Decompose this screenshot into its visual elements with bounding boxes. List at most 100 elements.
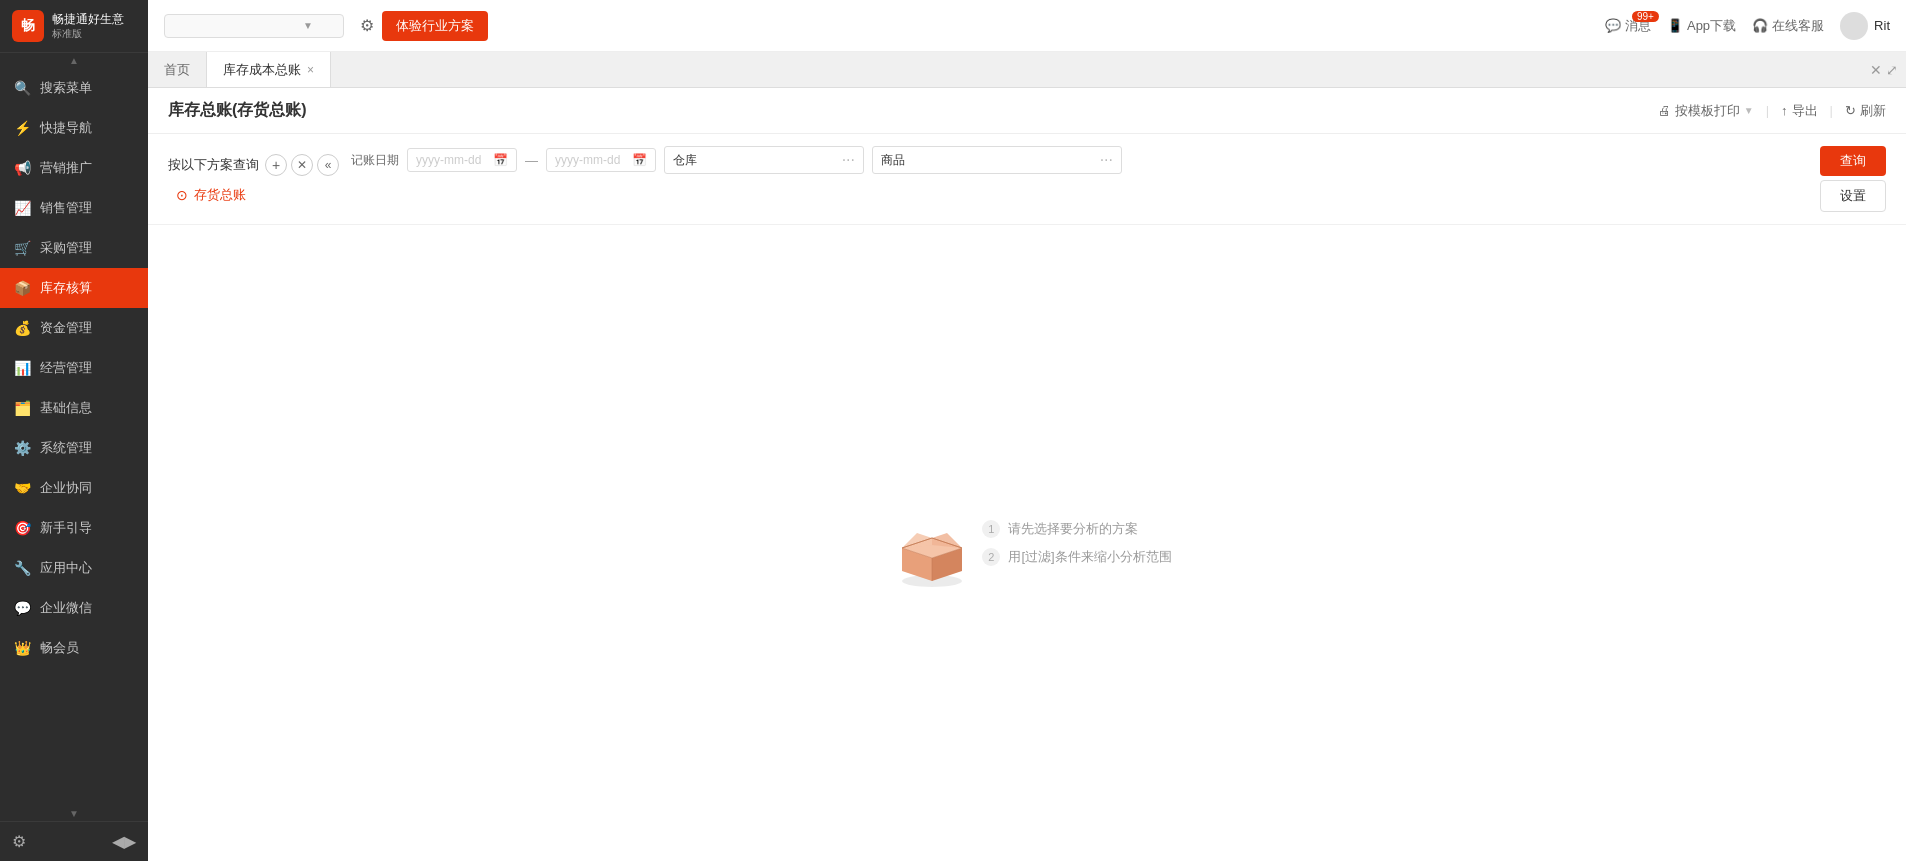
sidebar-item-operations[interactable]: 📊 经营管理: [0, 348, 148, 388]
date-end-input[interactable]: yyyy-mm-dd 📅: [546, 148, 656, 172]
header-left: ▼ ⚙ 体验行业方案: [164, 11, 1605, 41]
tab-close-all-icon[interactable]: ✕: [1870, 62, 1882, 78]
product-more-icon[interactable]: ···: [1100, 151, 1113, 169]
user-profile-btn[interactable]: Rit: [1840, 12, 1890, 40]
basic-icon: 🗂️: [12, 398, 32, 418]
sidebar-item-sales[interactable]: 📈 销售管理: [0, 188, 148, 228]
page-actions: 🖨 按模板打印 ▼ | ↑ 导出 | ↻ 刷新: [1658, 102, 1886, 120]
refresh-label: 刷新: [1860, 102, 1886, 120]
query-settings-col: 查询 设置: [1820, 146, 1886, 212]
sidebar-nav: ⚡ 快捷导航 📢 营销推广 📈 销售管理 🛒 采购管理 📦 库存核算 💰 资金管…: [0, 108, 148, 806]
settings-footer-icon[interactable]: ⚙: [12, 832, 26, 851]
header-search-bar[interactable]: ▼: [164, 14, 344, 38]
cooperation-icon: 🤝: [12, 478, 32, 498]
date-field-label: 记账日期: [351, 152, 399, 169]
remove-scheme-btn[interactable]: ✕: [291, 154, 313, 176]
message-btn[interactable]: 💬 消息 99+: [1605, 17, 1651, 35]
sidebar-item-quick-nav[interactable]: ⚡ 快捷导航: [0, 108, 148, 148]
filter-section-label: 按以下方案查询: [168, 148, 259, 174]
export-label: 导出: [1792, 102, 1818, 120]
scheme-item-inventory-ledger[interactable]: ⊙ 存货总账: [168, 182, 339, 208]
message-badge: 99+: [1632, 11, 1659, 22]
collapse-filter-btn[interactable]: «: [317, 154, 339, 176]
filter-fields-row: 记账日期 yyyy-mm-dd 📅 — yyyy-mm-dd 📅 仓库 ···: [351, 146, 1808, 174]
tab-close-icon[interactable]: ×: [307, 63, 314, 77]
sidebar-item-apps[interactable]: 🔧 应用中心: [0, 548, 148, 588]
sidebar-item-vip[interactable]: 👑 畅会员: [0, 628, 148, 668]
date-end-placeholder: yyyy-mm-dd: [555, 153, 620, 167]
apps-icon: 🔧: [12, 558, 32, 578]
header-search-input[interactable]: [173, 19, 303, 33]
tip-item-1: 1 请先选择要分析的方案: [982, 520, 1171, 538]
calendar-start-icon[interactable]: 📅: [493, 153, 508, 167]
industry-btn[interactable]: 体验行业方案: [382, 11, 488, 41]
print-icon: 🖨: [1658, 103, 1671, 118]
sidebar-item-finance[interactable]: 💰 资金管理: [0, 308, 148, 348]
sidebar-item-system[interactable]: ⚙️ 系统管理: [0, 428, 148, 468]
header-gear-icon[interactable]: ⚙: [360, 16, 374, 35]
app-logo-icon: 畅: [12, 10, 44, 42]
warehouse-select[interactable]: 仓库 ···: [664, 146, 864, 174]
guide-icon: 🎯: [12, 518, 32, 538]
user-name: Rit: [1874, 18, 1890, 33]
tip-text-1: 请先选择要分析的方案: [1008, 520, 1138, 538]
vip-icon: 👑: [12, 638, 32, 658]
tab-inventory-label: 库存成本总账: [223, 61, 301, 79]
sidebar-item-wechat[interactable]: 💬 企业微信: [0, 588, 148, 628]
product-select[interactable]: 商品 ···: [872, 146, 1122, 174]
filter-fields-col: 记账日期 yyyy-mm-dd 📅 — yyyy-mm-dd 📅 仓库 ···: [351, 146, 1808, 174]
sidebar-item-marketing[interactable]: 📢 营销推广: [0, 148, 148, 188]
finance-icon: 💰: [12, 318, 32, 338]
page-title: 库存总账(存货总账): [168, 100, 307, 121]
sidebar-scroll-down[interactable]: ▼: [0, 806, 148, 821]
app-download-label: App下载: [1687, 17, 1736, 35]
export-btn[interactable]: ↑ 导出: [1781, 102, 1818, 120]
quick-nav-icon: ⚡: [12, 118, 32, 138]
date-start-input[interactable]: yyyy-mm-dd 📅: [407, 148, 517, 172]
tab-expand-icon[interactable]: ⤢: [1886, 62, 1898, 78]
tip-num-1: 1: [982, 520, 1000, 538]
page-content: 库存总账(存货总账) 🖨 按模板打印 ▼ | ↑ 导出 | ↻ 刷新: [148, 88, 1906, 861]
query-button[interactable]: 查询: [1820, 146, 1886, 176]
filter-add-buttons: + ✕ «: [265, 146, 339, 176]
print-dropdown-icon[interactable]: ▼: [1744, 105, 1754, 116]
date-separator: —: [525, 153, 538, 168]
tip-item-2: 2 用[过滤]条件来缩小分析范围: [982, 548, 1171, 566]
settings-button[interactable]: 设置: [1820, 180, 1886, 212]
sidebar-scroll-up[interactable]: ▲: [0, 53, 148, 68]
sidebar-item-guide[interactable]: 🎯 新手引导: [0, 508, 148, 548]
marketing-icon: 📢: [12, 158, 32, 178]
header-search-dropdown-icon[interactable]: ▼: [303, 20, 313, 31]
tab-bar: 首页 库存成本总账 × ✕ ⤢: [148, 52, 1906, 88]
add-scheme-btn[interactable]: +: [265, 154, 287, 176]
sidebar-item-search[interactable]: 🔍 搜索菜单: [0, 68, 148, 108]
user-avatar: [1840, 12, 1868, 40]
online-support-btn[interactable]: 🎧 在线客服: [1752, 17, 1824, 35]
tip-num-2: 2: [982, 548, 1000, 566]
sales-icon: 📈: [12, 198, 32, 218]
tab-home[interactable]: 首页: [148, 52, 207, 87]
sidebar-footer: ⚙ ◀▶: [0, 821, 148, 861]
print-btn[interactable]: 🖨 按模板打印 ▼: [1658, 102, 1754, 120]
warehouse-label: 仓库: [673, 152, 697, 169]
sidebar-item-cooperation[interactable]: 🤝 企业协同: [0, 468, 148, 508]
tip-text-2: 用[过滤]条件来缩小分析范围: [1008, 548, 1171, 566]
tab-home-label: 首页: [164, 61, 190, 79]
calendar-end-icon[interactable]: 📅: [632, 153, 647, 167]
warehouse-more-icon[interactable]: ···: [842, 151, 855, 169]
empty-state: 1 请先选择要分析的方案 2 用[过滤]条件来缩小分析范围: [148, 225, 1906, 861]
tab-inventory-ledger[interactable]: 库存成本总账 ×: [207, 52, 331, 87]
sidebar-item-inventory[interactable]: 📦 库存核算: [0, 268, 148, 308]
filter-label-row: 按以下方案查询 + ✕ «: [168, 146, 339, 176]
collapse-sidebar-icon[interactable]: ◀▶: [112, 832, 136, 851]
refresh-btn[interactable]: ↻ 刷新: [1845, 102, 1886, 120]
refresh-icon: ↻: [1845, 103, 1856, 118]
filter-scheme-col: 按以下方案查询 + ✕ « ⊙ 存货总账: [168, 146, 339, 208]
product-label: 商品: [881, 152, 905, 169]
sidebar-item-purchase[interactable]: 🛒 采购管理: [0, 228, 148, 268]
sidebar-item-basic[interactable]: 🗂️ 基础信息: [0, 388, 148, 428]
support-icon: 🎧: [1752, 18, 1768, 33]
date-start-placeholder: yyyy-mm-dd: [416, 153, 481, 167]
scheme-item-label: 存货总账: [194, 186, 246, 204]
app-download-btn[interactable]: 📱 App下载: [1667, 17, 1736, 35]
